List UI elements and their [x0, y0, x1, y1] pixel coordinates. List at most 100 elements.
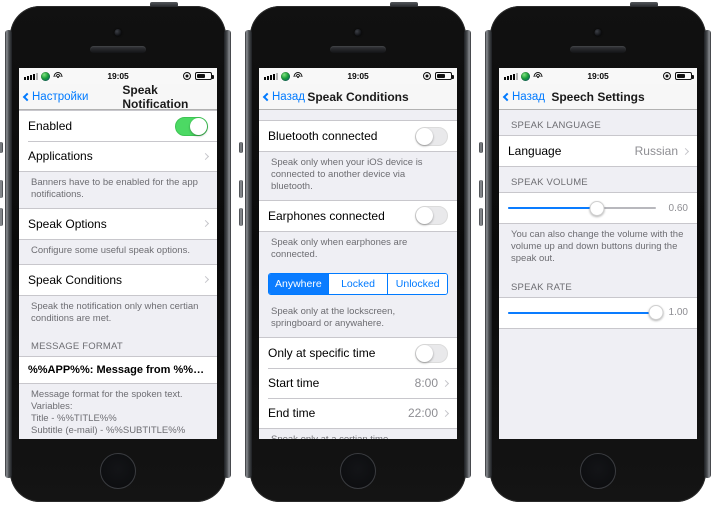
rate-slider-thumb[interactable]	[648, 305, 664, 321]
language-value: Russian	[634, 144, 678, 158]
row-enabled-label: Enabled	[28, 119, 73, 133]
volume-slider[interactable]	[508, 199, 656, 217]
front-camera-icon	[114, 29, 122, 36]
footnote-banners: Banners have to be enabled for the app n…	[31, 177, 198, 200]
chevron-right-icon	[441, 379, 450, 387]
row-speak-options[interactable]: Speak Options	[19, 208, 217, 239]
device-left-rail	[0, 30, 12, 478]
settings-list-3: SPEAK LANGUAGE Language Russian SPEAK VO…	[499, 110, 697, 439]
volume-down-button[interactable]	[479, 208, 483, 226]
location-segmented-control[interactable]: Anywhere Locked Unlocked	[268, 273, 448, 296]
section-header-speak-rate: SPEAK RATE	[511, 281, 572, 293]
footnote-bluetooth: Speak only when your iOS device is conne…	[271, 157, 423, 192]
back-button-3[interactable]: Назад	[502, 90, 545, 103]
section-header-speak-language: SPEAK LANGUAGE	[511, 120, 601, 131]
device-left-rail	[479, 30, 492, 478]
volume-down-button[interactable]	[239, 208, 243, 226]
section-header-message-format: MESSAGE FORMAT	[31, 341, 123, 353]
phone-device-2: 19:05 Назад Speak Conditions Bluetooth c…	[239, 2, 471, 502]
navigation-bar-2: Назад Speak Conditions	[259, 84, 457, 110]
status-bar-right	[663, 72, 694, 80]
group-time: Only at specific time Start time 8:00 En…	[259, 337, 457, 430]
volume-slider-thumb[interactable]	[589, 200, 605, 216]
enabled-toggle[interactable]	[175, 116, 208, 136]
chevron-right-icon	[201, 276, 210, 284]
chevron-left-icon	[502, 92, 512, 101]
row-earphones-connected[interactable]: Earphones connected	[259, 200, 457, 231]
row-language-label: Language	[508, 144, 562, 158]
silent-switch-button[interactable]	[239, 142, 243, 153]
home-button[interactable]	[340, 453, 376, 489]
row-language[interactable]: Language Russian	[499, 136, 697, 166]
row-only-specific-time[interactable]: Only at specific time	[259, 338, 457, 369]
back-button-1[interactable]: Настройки	[22, 90, 89, 103]
status-bar-right	[423, 72, 454, 80]
chevron-left-icon	[262, 92, 272, 101]
rate-slider-fill	[508, 311, 656, 314]
page-title-1: Speak Notification	[122, 82, 189, 111]
battery-icon	[195, 72, 214, 80]
volume-down-button[interactable]	[0, 208, 3, 226]
volume-up-button[interactable]	[479, 180, 483, 198]
row-applications[interactable]: Applications	[19, 141, 217, 171]
row-start-time[interactable]: Start time 8:00	[259, 368, 457, 399]
segment-locked[interactable]: Locked	[328, 274, 389, 295]
row-rate-slider[interactable]: 1.00	[499, 297, 697, 328]
segment-unlocked[interactable]: Unlocked	[388, 274, 447, 295]
row-bluetooth-label: Bluetooth connected	[268, 129, 378, 143]
location-services-icon	[663, 72, 671, 80]
front-camera-icon	[354, 29, 362, 36]
row-bluetooth-connected[interactable]: Bluetooth connected	[259, 121, 457, 151]
settings-list-1: Enabled Applications Banners have to be …	[19, 110, 217, 439]
volume-slider-fill	[508, 207, 597, 209]
navigation-bar-3: Назад Speech Settings	[499, 84, 697, 110]
row-enabled[interactable]: Enabled	[19, 111, 217, 141]
location-services-icon	[423, 72, 431, 80]
power-button[interactable]	[390, 2, 418, 7]
status-bar: 19:05	[259, 68, 457, 84]
location-segmented-control-wrapper: Anywhere Locked Unlocked	[259, 267, 457, 302]
volume-value: 0.60	[668, 202, 688, 214]
row-end-time-label: End time	[268, 406, 316, 421]
front-camera-icon	[594, 29, 602, 36]
bluetooth-toggle[interactable]	[415, 126, 448, 146]
footnote-time: Speak only at a certian time.	[259, 429, 457, 439]
back-button-label: Настройки	[32, 90, 89, 103]
earpiece-speaker	[90, 46, 146, 53]
screenshot-stage: 19:05 Настройки Speak Notification Enabl…	[0, 0, 720, 508]
home-button[interactable]	[100, 453, 136, 489]
footnote-earphones: Speak only when earphones are connected.	[271, 236, 408, 260]
row-volume-slider[interactable]: 0.60	[499, 193, 697, 223]
row-message-format[interactable]: %%APP%%: Message from %%TITLE%…	[19, 357, 217, 384]
home-button[interactable]	[580, 453, 616, 489]
rate-value: 1.00	[668, 307, 688, 319]
row-end-time[interactable]: End time 22:00	[259, 398, 457, 429]
row-earphones-label: Earphones connected	[268, 208, 385, 223]
settings-list-2: Bluetooth connected Speak only when your…	[259, 110, 457, 439]
row-speak-options-label: Speak Options	[28, 216, 107, 231]
back-button-2[interactable]: Назад	[262, 91, 305, 103]
device-left-rail	[239, 30, 252, 478]
device-right-rail	[704, 30, 711, 478]
power-button[interactable]	[630, 2, 658, 7]
back-button-label: Назад	[512, 90, 545, 103]
battery-icon	[435, 72, 454, 80]
volume-up-button[interactable]	[0, 180, 3, 198]
phone-device-1: 19:05 Настройки Speak Notification Enabl…	[0, 2, 231, 502]
power-button[interactable]	[150, 2, 178, 7]
phone-3-screen: 19:05 Назад Speech Settings SPEAK LANGUA…	[499, 68, 697, 439]
segment-anywhere[interactable]: Anywhere	[269, 274, 329, 295]
group-rate: 1.00	[499, 296, 697, 329]
phone-2-screen: 19:05 Назад Speak Conditions Bluetooth c…	[259, 68, 457, 439]
specific-time-toggle[interactable]	[415, 343, 448, 363]
chevron-right-icon	[201, 220, 210, 228]
message-format-value: %%APP%%: Message from %%TITLE%…	[28, 364, 208, 377]
earphones-toggle[interactable]	[415, 206, 448, 226]
volume-up-button[interactable]	[239, 180, 243, 198]
row-speak-conditions[interactable]: Speak Conditions	[19, 264, 217, 295]
silent-switch-button[interactable]	[479, 142, 483, 153]
rate-slider[interactable]	[508, 304, 664, 322]
silent-switch-button[interactable]	[0, 142, 3, 153]
section-header-speak-volume: SPEAK VOLUME	[511, 177, 588, 188]
footnote-speak-options: Configure some useful speak options.	[31, 244, 190, 256]
